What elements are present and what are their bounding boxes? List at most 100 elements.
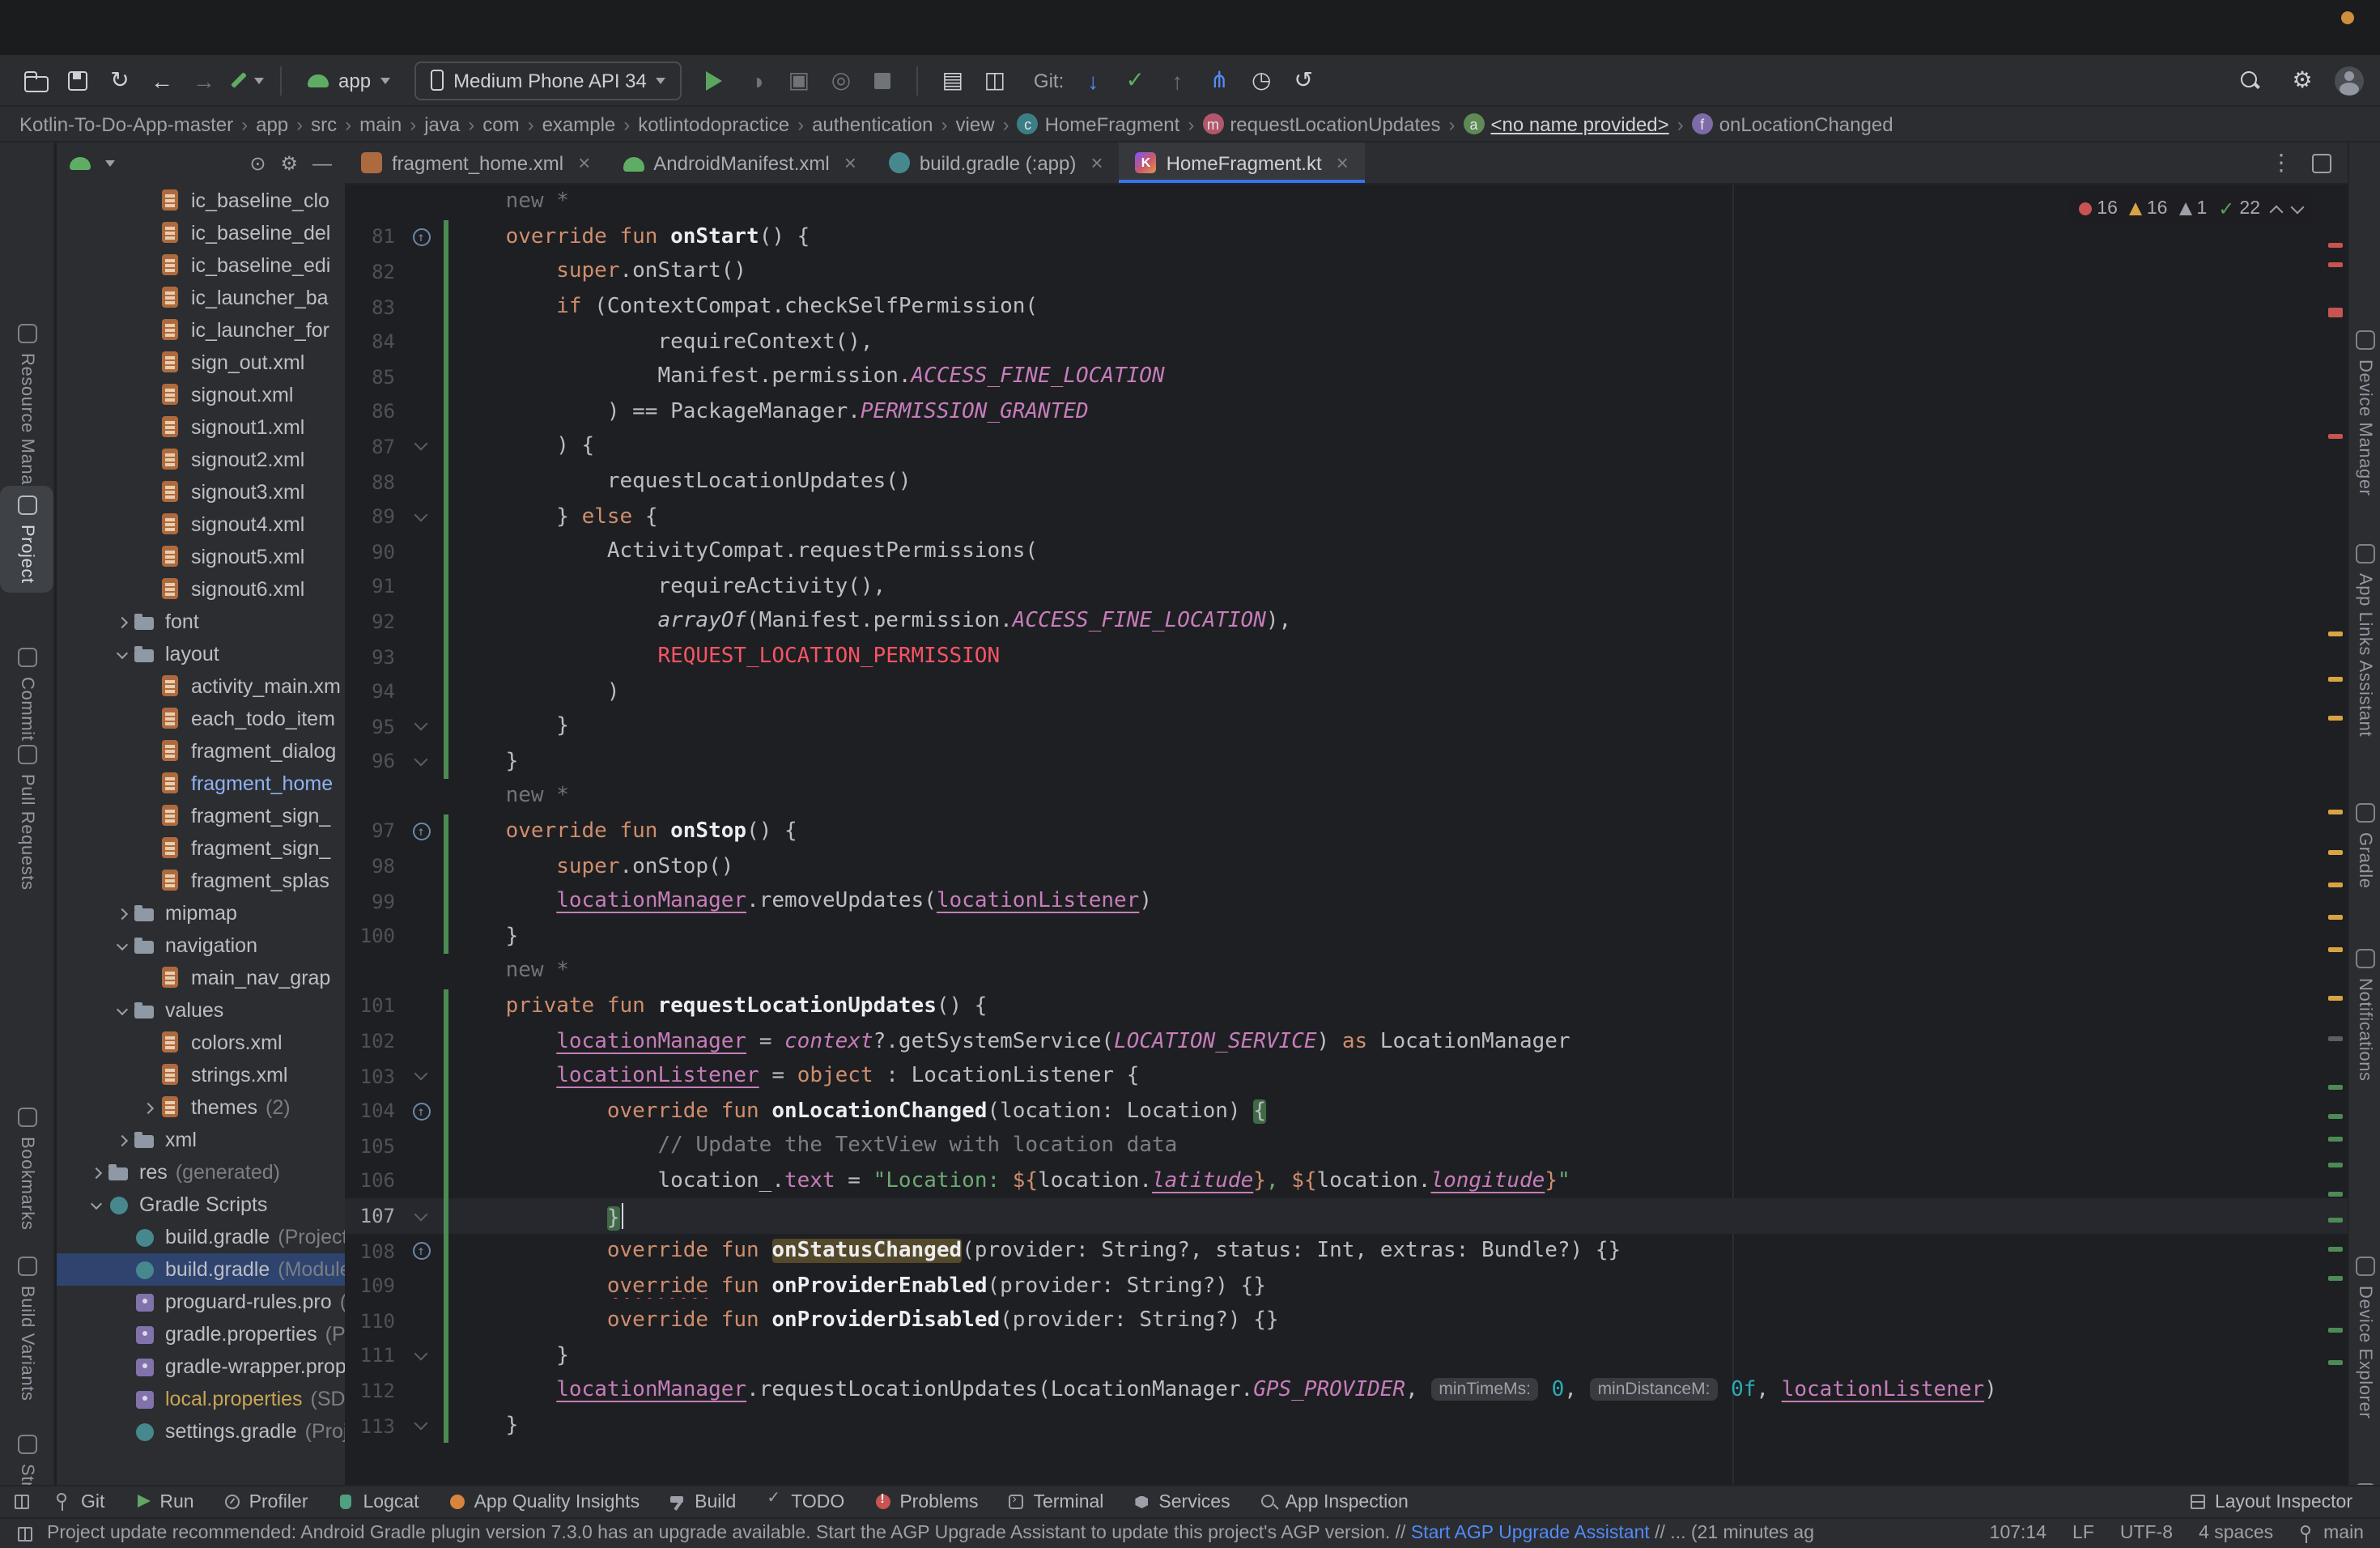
editor-tab[interactable]: AndroidManifest.xml× bbox=[606, 142, 873, 183]
code-line[interactable]: 111 } bbox=[345, 1338, 2348, 1373]
code-line[interactable]: 110 override fun onProviderDisabled(prov… bbox=[345, 1303, 2348, 1338]
tree-item[interactable]: signout3.xml bbox=[57, 476, 345, 508]
chevron-right-icon[interactable] bbox=[142, 1102, 153, 1113]
tree-item[interactable]: values bbox=[57, 994, 345, 1027]
chevron-down-icon[interactable] bbox=[105, 160, 115, 167]
coverage-icon[interactable]: ◎ bbox=[822, 61, 861, 100]
chevron-down-icon[interactable] bbox=[116, 1003, 127, 1014]
analysis-mark-ok[interactable] bbox=[2328, 1218, 2343, 1223]
sidebar-item-resource-manager[interactable]: Resource Manager bbox=[0, 324, 53, 512]
fold-marker-icon[interactable] bbox=[414, 1207, 428, 1221]
tree-item[interactable]: fragment_sign_ bbox=[57, 832, 345, 865]
overriding-method-icon[interactable]: ↑ bbox=[412, 823, 430, 840]
edit-run-config-icon[interactable] bbox=[227, 61, 266, 100]
overriding-method-icon[interactable]: ↑ bbox=[412, 1242, 430, 1260]
fold-marker-icon[interactable] bbox=[414, 752, 428, 766]
code-line[interactable]: 102 locationManager = context?.getSystem… bbox=[345, 1024, 2348, 1059]
tree-item[interactable]: navigation bbox=[57, 929, 345, 962]
tab-close-icon[interactable]: × bbox=[1337, 151, 1349, 175]
toolwindow-button-todo[interactable]: TODO bbox=[750, 1486, 859, 1517]
hide-panel-icon[interactable]: — bbox=[312, 152, 332, 175]
code-line[interactable]: 96 } bbox=[345, 744, 2348, 779]
agp-upgrade-link[interactable]: Start AGP Upgrade Assistant bbox=[1411, 1524, 1650, 1543]
tree-item[interactable]: ic_baseline_edi bbox=[57, 249, 345, 282]
toolwindow-button-app-inspection[interactable]: App Inspection bbox=[1245, 1486, 1423, 1517]
tab-close-icon[interactable]: × bbox=[844, 151, 856, 175]
tree-item[interactable]: mipmap bbox=[57, 897, 345, 929]
toolwindow-button-services[interactable]: Services bbox=[1118, 1486, 1244, 1517]
breadcrumb-item[interactable]: view bbox=[956, 113, 995, 135]
fold-marker-icon[interactable] bbox=[414, 437, 428, 451]
chevron-right-icon[interactable] bbox=[90, 1167, 101, 1178]
tree-item[interactable]: fragment_dialog bbox=[57, 735, 345, 768]
caret-position[interactable]: 107:14 bbox=[1990, 1524, 2046, 1543]
sidebar-item-gradle[interactable]: Gradle bbox=[2349, 803, 2380, 889]
code-line[interactable]: 107 } bbox=[345, 1198, 2348, 1233]
locate-file-icon[interactable]: ⊙ bbox=[249, 152, 266, 175]
toolwindow-button-build[interactable]: Build bbox=[654, 1486, 750, 1517]
code-line[interactable]: 91 requireActivity(), bbox=[345, 569, 2348, 604]
analysis-mark-red[interactable] bbox=[2328, 434, 2343, 439]
tree-item[interactable]: gradle-wrapper.prope bbox=[57, 1350, 345, 1383]
debug-icon[interactable]: ▣ bbox=[780, 61, 818, 100]
code-line[interactable]: 84 requireContext(), bbox=[345, 325, 2348, 359]
analysis-mark-ok[interactable] bbox=[2328, 1192, 2343, 1197]
breadcrumb-item[interactable]: authentication bbox=[812, 113, 933, 135]
tree-item[interactable]: Gradle Scripts bbox=[57, 1189, 345, 1221]
line-separator[interactable]: LF bbox=[2072, 1524, 2094, 1543]
analysis-mark-ok[interactable] bbox=[2328, 1276, 2343, 1281]
fold-marker-icon[interactable] bbox=[414, 1346, 428, 1360]
tree-item[interactable]: themes(2) bbox=[57, 1091, 345, 1124]
chevron-right-icon[interactable] bbox=[116, 908, 127, 919]
fold-marker-icon[interactable] bbox=[414, 508, 428, 521]
code-line[interactable]: 86 ) == PackageManager.PERMISSION_GRANTE… bbox=[345, 394, 2348, 429]
analysis-mark-ok[interactable] bbox=[2328, 1114, 2343, 1119]
editor-tab[interactable]: KHomeFragment.kt× bbox=[1120, 142, 1365, 183]
profile-avatar[interactable] bbox=[2335, 66, 2364, 95]
sidebar-item-project[interactable]: Project bbox=[0, 486, 53, 593]
sidebar-item-bookmarks[interactable]: Bookmarks bbox=[0, 1108, 53, 1230]
sidebar-item-app-links-assistant[interactable]: App Links Assistant bbox=[2349, 544, 2380, 737]
tree-item[interactable]: colors.xml bbox=[57, 1027, 345, 1059]
analysis-mark-gray[interactable] bbox=[2328, 1036, 2343, 1041]
chevron-down-icon[interactable] bbox=[116, 938, 127, 950]
code-line[interactable]: 92 arrayOf(Manifest.permission.ACCESS_FI… bbox=[345, 604, 2348, 639]
undo-icon[interactable]: ↺ bbox=[1284, 61, 1323, 100]
sidebar-item-pull-requests[interactable]: Pull Requests bbox=[0, 745, 53, 891]
tree-item[interactable]: signout.xml bbox=[57, 379, 345, 411]
code-line[interactable]: new * bbox=[345, 779, 2348, 814]
breadcrumb-item[interactable]: main bbox=[359, 113, 402, 135]
tree-item[interactable]: font bbox=[57, 606, 345, 638]
code-line[interactable]: 93 REQUEST_LOCATION_PERMISSION bbox=[345, 639, 2348, 674]
tree-item[interactable]: ic_baseline_del bbox=[57, 217, 345, 249]
code-line[interactable]: 99 locationManager.removeUpdates(locatio… bbox=[345, 884, 2348, 919]
tab-close-icon[interactable]: × bbox=[1090, 151, 1103, 175]
git-push-icon[interactable]: ↑ bbox=[1158, 61, 1196, 100]
analysis-mark-warn[interactable] bbox=[2328, 915, 2343, 920]
inspections-widget[interactable]: 16 16 1 ✓22 bbox=[2069, 193, 2312, 225]
analysis-mark-warn[interactable] bbox=[2328, 996, 2343, 1001]
tree-item[interactable]: ic_launcher_for bbox=[57, 314, 345, 347]
tree-item[interactable]: activity_main.xm bbox=[57, 670, 345, 703]
breadcrumb-item[interactable]: java bbox=[424, 113, 460, 135]
tree-item[interactable]: signout5.xml bbox=[57, 541, 345, 573]
chevron-right-icon[interactable] bbox=[116, 616, 127, 627]
editor-tab[interactable]: fragment_home.xml× bbox=[345, 142, 606, 183]
android-view-icon[interactable] bbox=[70, 157, 91, 170]
code-line[interactable]: 106 location_.text = "Location: ${locati… bbox=[345, 1163, 2348, 1198]
analysis-mark-ok[interactable] bbox=[2328, 1085, 2343, 1090]
code-line[interactable]: 98 super.onStop() bbox=[345, 849, 2348, 884]
settings-gear-icon[interactable]: ⚙ bbox=[2283, 61, 2322, 100]
stop-icon[interactable] bbox=[864, 61, 903, 100]
toolwindow-button-run[interactable]: Run bbox=[119, 1486, 208, 1517]
code-line[interactable]: 81↑ override fun onStart() { bbox=[345, 219, 2348, 254]
analysis-mark-ok[interactable] bbox=[2328, 1247, 2343, 1252]
code-editor[interactable]: new *81↑ override fun onStart() {82 supe… bbox=[345, 185, 2348, 1485]
code-line[interactable]: 97↑ override fun onStop() { bbox=[345, 814, 2348, 848]
toolwindow-button-profiler[interactable]: Profiler bbox=[209, 1486, 323, 1517]
analysis-mark-red[interactable] bbox=[2328, 308, 2343, 317]
run-config-selector[interactable]: app bbox=[296, 61, 402, 100]
tree-item[interactable]: sign_out.xml bbox=[57, 347, 345, 379]
code-line[interactable]: 108↑ override fun onStatusChanged(provid… bbox=[345, 1234, 2348, 1269]
editor-tab[interactable]: build.gradle (:app)× bbox=[873, 142, 1120, 183]
